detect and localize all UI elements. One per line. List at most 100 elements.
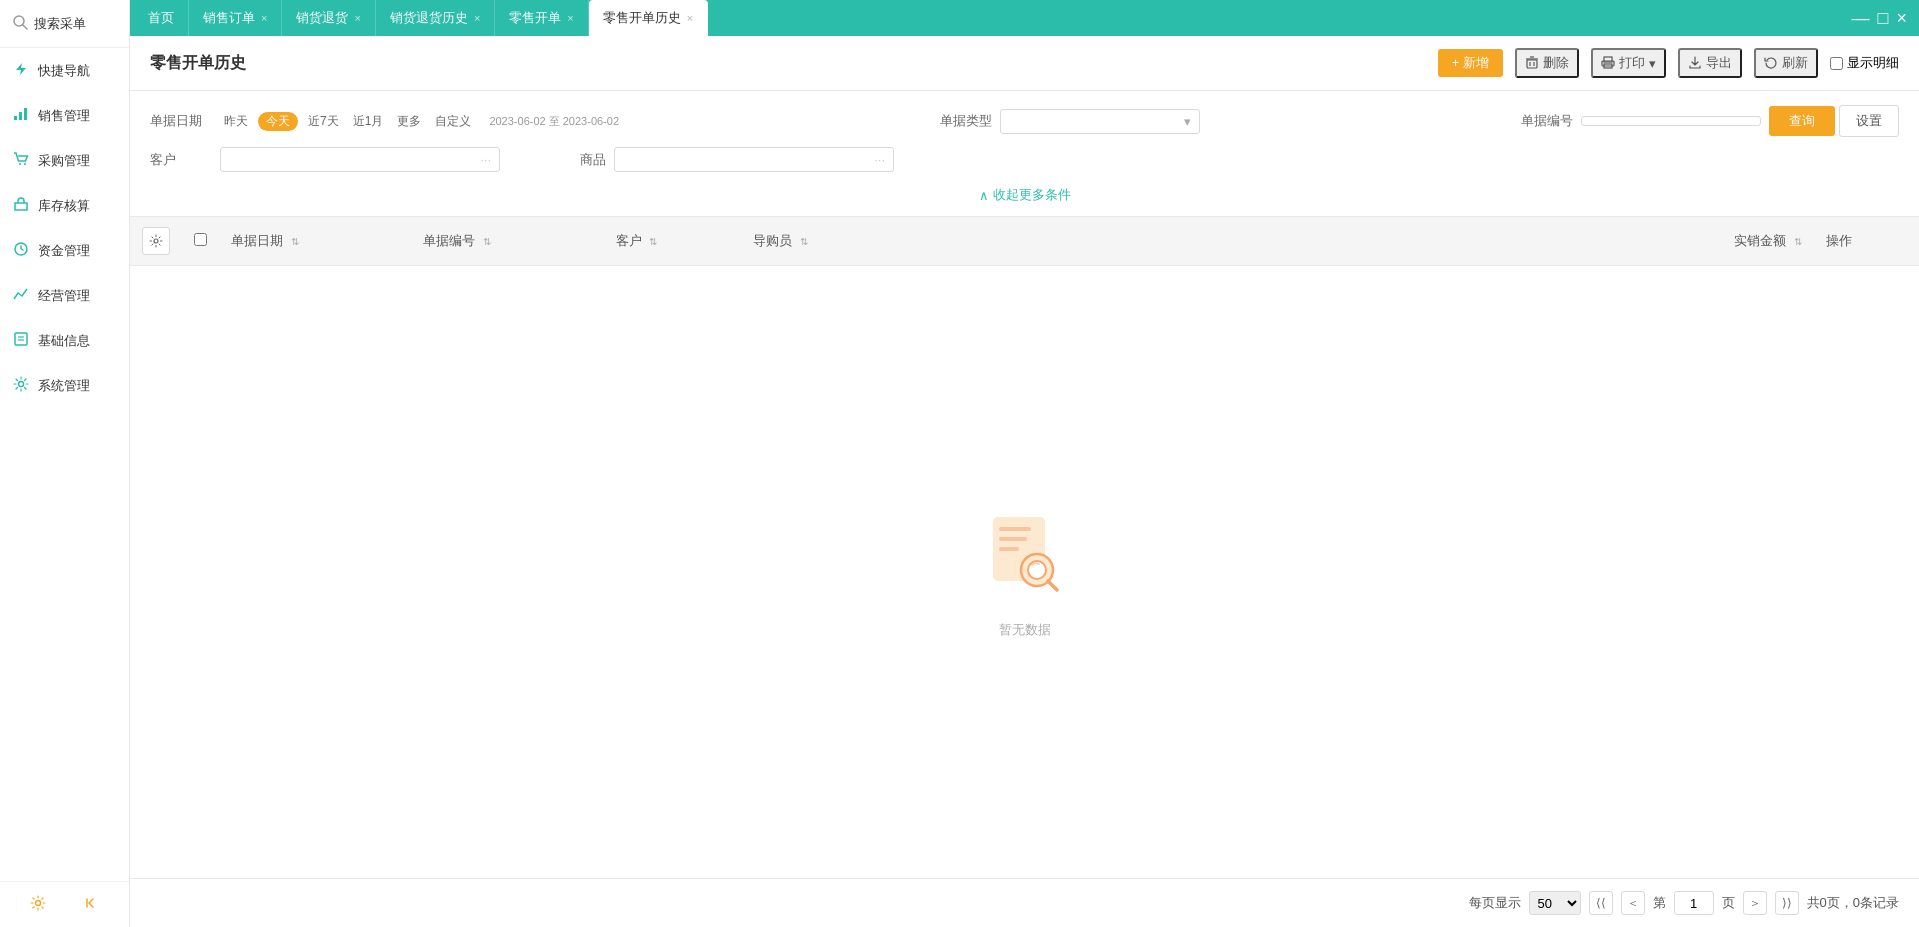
svg-rect-9 <box>15 333 27 345</box>
col-action: 操作 <box>1814 217 1919 266</box>
date-opt-today[interactable]: 今天 <box>258 112 298 131</box>
page-content: 零售开单历史 + 新增 删除 <box>130 36 1919 927</box>
tab-sales-return[interactable]: 销货退货 × <box>282 0 375 36</box>
next-page-btn[interactable]: ＞ <box>1743 891 1767 915</box>
col-no[interactable]: 单据编号 ⇅ <box>411 217 603 266</box>
sidebar-item-label-quick-nav: 快捷导航 <box>38 62 90 80</box>
table-settings-button[interactable] <box>142 227 170 255</box>
filter-collapse-btn[interactable]: ∧ 收起更多条件 <box>150 182 1899 208</box>
date-opt-more[interactable]: 更多 <box>393 112 425 131</box>
sidebar-item-label-sales-mgmt: 销售管理 <box>38 107 90 125</box>
export-icon <box>1688 56 1702 70</box>
goods-filter-input[interactable]: ··· <box>614 147 894 172</box>
display-detail-label: 显示明细 <box>1847 54 1899 72</box>
col-customer[interactable]: 客户 ⇅ <box>604 217 742 266</box>
col-amount[interactable]: 实销金额 ⇅ <box>1622 217 1814 266</box>
query-button[interactable]: 查询 <box>1769 106 1835 136</box>
refresh-label: 刷新 <box>1782 54 1808 72</box>
window-minimize-btn[interactable]: — <box>1852 8 1870 29</box>
sidebar-item-sales-mgmt[interactable]: 销售管理 <box>0 93 129 138</box>
page-input[interactable] <box>1674 891 1714 915</box>
col-salesperson-label: 导购员 <box>753 233 792 248</box>
tab-sales-return-close[interactable]: × <box>354 12 360 24</box>
collapse-up-icon: ∧ <box>979 188 989 203</box>
tab-sales-order-close[interactable]: × <box>261 12 267 24</box>
sidebar-item-operations[interactable]: 经营管理 <box>0 273 129 318</box>
sidebar-item-purchase-mgmt[interactable]: 采购管理 <box>0 138 129 183</box>
add-button[interactable]: + 新增 <box>1438 49 1503 77</box>
tab-retail-open[interactable]: 零售开单 × <box>495 0 588 36</box>
customer-filter-input[interactable]: ··· <box>220 147 500 172</box>
tab-retail-open-history-close[interactable]: × <box>687 12 693 24</box>
prev-page-btn[interactable]: ＜ <box>1621 891 1645 915</box>
search-menu[interactable]: 搜索采单 <box>0 0 129 48</box>
tab-sales-order[interactable]: 销售订单 × <box>189 0 282 36</box>
sidebar-item-base-info[interactable]: 基础信息 <box>0 318 129 363</box>
filter-row-customer: 客户 ··· 商品 ··· <box>150 147 1899 172</box>
sidebar-item-finance[interactable]: 资金管理 <box>0 228 129 273</box>
refresh-button[interactable]: 刷新 <box>1754 48 1818 78</box>
col-date[interactable]: 单据日期 ⇅ <box>219 217 411 266</box>
export-button[interactable]: 导出 <box>1678 48 1742 78</box>
per-page-label: 每页显示 <box>1469 894 1521 912</box>
settings-button[interactable]: 设置 <box>1839 105 1899 137</box>
table-settings-col <box>130 217 182 266</box>
order-no-label: 单据编号 <box>1521 112 1573 130</box>
svg-rect-7 <box>15 203 27 210</box>
goods-filter-label: 商品 <box>580 151 606 169</box>
sidebar-item-label-base-info: 基础信息 <box>38 332 90 350</box>
goods-dots-icon: ··· <box>874 152 885 167</box>
type-filter-select[interactable]: ▾ <box>1000 109 1200 134</box>
tab-retail-open-history-label: 零售开单历史 <box>603 9 681 27</box>
delete-button[interactable]: 删除 <box>1515 48 1579 78</box>
sidebar-item-inventory[interactable]: 库存核算 <box>0 183 129 228</box>
tab-sales-return-history[interactable]: 销货退货历史 × <box>376 0 495 36</box>
col-date-label: 单据日期 <box>231 233 283 248</box>
svg-rect-15 <box>1527 60 1537 68</box>
tab-sales-return-history-close[interactable]: × <box>474 12 480 24</box>
tab-home[interactable]: 首页 <box>134 0 189 36</box>
search-menu-label: 搜索采单 <box>34 15 86 33</box>
date-opt-last7[interactable]: 近7天 <box>304 112 343 131</box>
tab-home-label: 首页 <box>148 9 174 27</box>
col-customer-sort: ⇅ <box>649 236 657 247</box>
first-page-btn[interactable]: ⟨⟨ <box>1589 891 1613 915</box>
print-label: 打印 <box>1619 54 1645 72</box>
svg-point-13 <box>36 901 41 906</box>
svg-point-12 <box>19 382 24 387</box>
col-action-label: 操作 <box>1826 233 1852 248</box>
select-all-checkbox[interactable] <box>194 233 207 246</box>
col-salesperson-sort: ⇅ <box>800 236 808 247</box>
window-close-btn[interactable]: × <box>1896 8 1907 29</box>
sidebar-item-label-finance: 资金管理 <box>38 242 90 260</box>
sidebar: 搜索采单 快捷导航 销售管理 <box>0 0 130 927</box>
tab-retail-open-label: 零售开单 <box>509 9 561 27</box>
tabs-bar: 首页 销售订单 × 销货退货 × 销货退货历史 × 零售开单 × 零售开单历史 … <box>130 0 1919 36</box>
customer-filter-label: 客户 <box>150 151 220 169</box>
sidebar-item-quick-nav[interactable]: 快捷导航 <box>0 48 129 93</box>
tab-retail-open-close[interactable]: × <box>567 12 573 24</box>
date-opt-last1m[interactable]: 近1月 <box>349 112 388 131</box>
per-page-select[interactable]: 50 10 20 100 <box>1529 891 1581 915</box>
col-amount-sort: ⇅ <box>1794 236 1802 247</box>
tab-sales-return-history-label: 销货退货历史 <box>390 9 468 27</box>
last-page-btn[interactable]: ⟩⟩ <box>1775 891 1799 915</box>
window-maximize-btn[interactable]: □ <box>1878 8 1889 29</box>
tab-retail-open-history[interactable]: 零售开单历史 × <box>589 0 708 36</box>
empty-state: 暂无数据 <box>130 266 1919 878</box>
order-no-input[interactable] <box>1581 116 1761 126</box>
display-detail[interactable]: 显示明细 <box>1830 54 1899 72</box>
sidebar-item-system-mgmt[interactable]: 系统管理 <box>0 363 129 408</box>
sidebar-nav: 快捷导航 销售管理 采购管理 <box>0 48 129 881</box>
print-button[interactable]: 打印 ▾ <box>1591 48 1666 78</box>
date-opt-custom[interactable]: 自定义 <box>431 112 475 131</box>
footer-settings-btn[interactable] <box>29 894 47 915</box>
baseinfo-icon <box>12 331 30 350</box>
date-opt-yesterday[interactable]: 昨天 <box>220 112 252 131</box>
col-salesperson[interactable]: 导购员 ⇅ <box>741 217 906 266</box>
col-date-sort: ⇅ <box>291 236 299 247</box>
footer-collapse-btn[interactable] <box>82 894 100 915</box>
display-detail-checkbox[interactable] <box>1830 57 1843 70</box>
sidebar-item-label-operations: 经营管理 <box>38 287 90 305</box>
table-checkbox-col[interactable] <box>182 217 219 266</box>
